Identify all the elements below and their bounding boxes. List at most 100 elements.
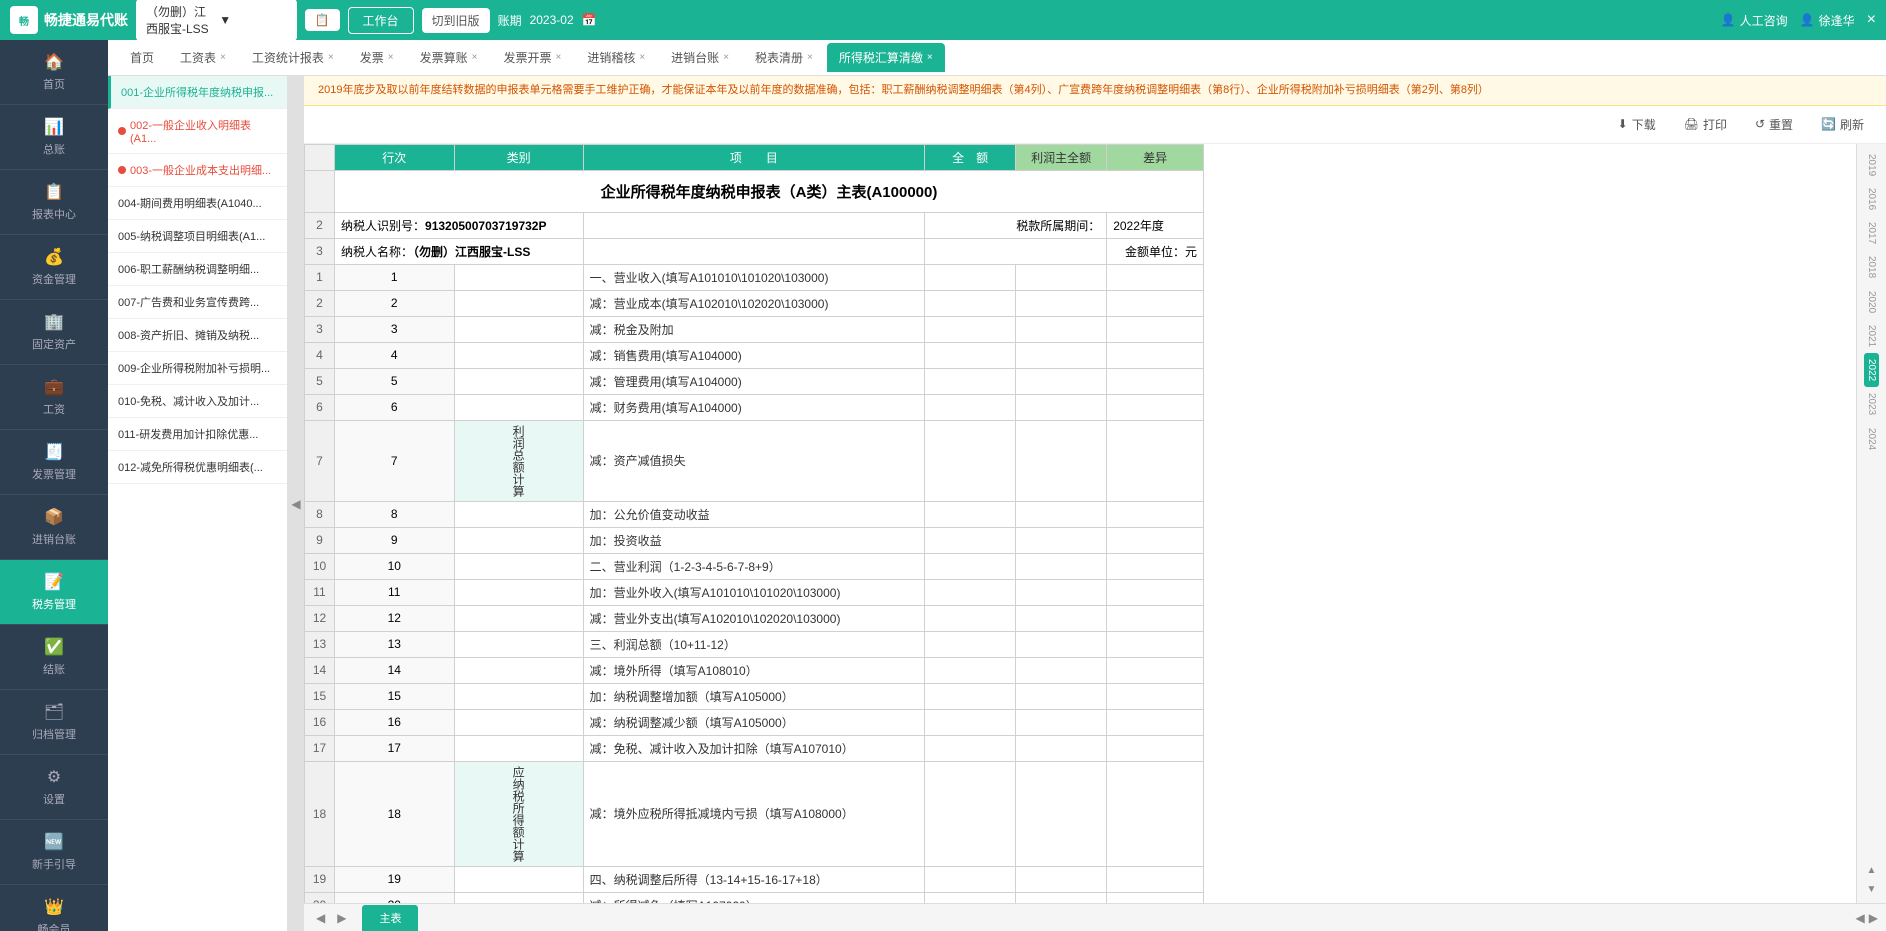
left-panel-item-006[interactable]: 006-职工薪酬纳税调整明细... [108, 253, 287, 286]
diff-cell[interactable] [1107, 605, 1204, 631]
sidebar-item-home[interactable]: 🏠 首页 [0, 40, 108, 105]
profit-cell[interactable] [1016, 368, 1107, 394]
value-cell[interactable] [925, 394, 1016, 420]
download-button[interactable]: ⬇ 下载 [1610, 112, 1664, 137]
company-selector[interactable]: （勿删）江西服宝-LSS ▼ [136, 0, 297, 41]
diff-cell[interactable] [1107, 579, 1204, 605]
sidebar-item-capital[interactable]: 💰 资金管理 [0, 235, 108, 300]
value-cell[interactable] [925, 342, 1016, 368]
value-cell[interactable] [925, 316, 1016, 342]
value-cell[interactable] [925, 501, 1016, 527]
sidebar-item-report[interactable]: 📋 报表中心 [0, 170, 108, 235]
tab-tax-clear[interactable]: 税表清册 × [743, 43, 825, 72]
year-2020[interactable]: 2020 [1864, 285, 1879, 319]
profit-cell[interactable] [1016, 420, 1107, 501]
diff-cell[interactable] [1107, 892, 1204, 903]
left-panel-item-002[interactable]: 002-一般企业收入明细表(A1... [108, 109, 287, 154]
diff-cell[interactable] [1107, 683, 1204, 709]
refresh-button[interactable]: 🔄 刷新 [1813, 112, 1872, 137]
profit-cell[interactable] [1016, 290, 1107, 316]
profit-cell[interactable] [1016, 553, 1107, 579]
sidebar-item-salary[interactable]: 💼 工资 [0, 365, 108, 430]
tab-invoice-close[interactable]: × [388, 52, 394, 63]
sidebar-item-archive[interactable]: 🗂 归档管理 [0, 690, 108, 755]
left-panel-item-007[interactable]: 007-广告费和业务宣传费跨... [108, 286, 287, 319]
collapse-button[interactable]: ◀ [288, 76, 304, 931]
diff-cell[interactable] [1107, 553, 1204, 579]
value-cell[interactable] [925, 527, 1016, 553]
sidebar-item-assets[interactable]: 🏢 固定资产 [0, 300, 108, 365]
sidebar-item-settle[interactable]: ✅ 结账 [0, 625, 108, 690]
left-panel-item-001[interactable]: 001-企业所得税年度纳税申报... [108, 76, 287, 109]
left-panel-item-008[interactable]: 008-资产折旧、摊销及纳税... [108, 319, 287, 352]
value-cell[interactable] [925, 264, 1016, 290]
profit-cell[interactable] [1016, 316, 1107, 342]
year-2022[interactable]: 2022 [1864, 353, 1879, 387]
tab-salary-report[interactable]: 工资统计报表 × [240, 43, 346, 72]
workspace-button[interactable]: 工作台 [348, 7, 414, 34]
sidebar-item-vip[interactable]: 👑 畅会员 [0, 885, 108, 931]
year-2019[interactable]: 2019 [1864, 148, 1879, 182]
profit-cell[interactable] [1016, 579, 1107, 605]
diff-cell[interactable] [1107, 368, 1204, 394]
diff-cell[interactable] [1107, 501, 1204, 527]
tab-invoice-calc[interactable]: 发票算账 × [408, 43, 490, 72]
profit-cell[interactable] [1016, 892, 1107, 903]
tab-invoice-open[interactable]: 发票开票 × [491, 43, 573, 72]
year-2023[interactable]: 2023 [1864, 387, 1879, 421]
value-cell[interactable] [925, 420, 1016, 501]
diff-cell[interactable] [1107, 264, 1204, 290]
diff-cell[interactable] [1107, 527, 1204, 553]
profit-cell[interactable] [1016, 657, 1107, 683]
profit-cell[interactable] [1016, 605, 1107, 631]
tab-purchase-ledger-close[interactable]: × [723, 52, 729, 63]
left-panel-item-012[interactable]: 012-减免所得税优惠明细表(... [108, 451, 287, 484]
tab-home[interactable]: 首页 [118, 43, 166, 72]
profit-cell[interactable] [1016, 631, 1107, 657]
print-button[interactable]: 🖨 打印 [1676, 112, 1735, 137]
close-window-button[interactable]: × [1867, 11, 1876, 29]
tab-income-tax[interactable]: 所得税汇算清缴 × [827, 43, 945, 72]
tab-salary-close[interactable]: × [220, 52, 226, 63]
profit-cell[interactable] [1016, 394, 1107, 420]
left-panel-item-009[interactable]: 009-企业所得税附加补亏损明... [108, 352, 287, 385]
sidebar-item-settings[interactable]: ⚙ 设置 [0, 755, 108, 820]
diff-cell[interactable] [1107, 316, 1204, 342]
diff-cell[interactable] [1107, 631, 1204, 657]
year-2017[interactable]: 2017 [1864, 216, 1879, 250]
tab-salary-report-close[interactable]: × [328, 52, 334, 63]
diff-cell[interactable] [1107, 709, 1204, 735]
table-container[interactable]: 行次 类别 项 目 全 额 利润主全额 差异 企业所得税年度纳税申报表（A类）主… [304, 144, 1856, 904]
sidebar-item-ledger[interactable]: 📊 总账 [0, 105, 108, 170]
copy-button[interactable]: 📋 [305, 9, 340, 31]
value-cell[interactable] [925, 579, 1016, 605]
left-panel-item-010[interactable]: 010-免税、减计收入及加计... [108, 385, 287, 418]
profit-cell[interactable] [1016, 264, 1107, 290]
left-panel-item-003[interactable]: 003-一般企业成本支出明细... [108, 154, 287, 187]
year-2016[interactable]: 2016 [1864, 182, 1879, 216]
profit-cell[interactable] [1016, 527, 1107, 553]
value-cell[interactable] [925, 553, 1016, 579]
scroll-right-icon[interactable]: ▶ [1869, 911, 1878, 925]
tab-invoice[interactable]: 发票 × [348, 43, 406, 72]
profit-cell[interactable] [1016, 709, 1107, 735]
sidebar-item-guide[interactable]: 🆕 新手引导 [0, 820, 108, 885]
diff-cell[interactable] [1107, 866, 1204, 892]
left-panel-item-004[interactable]: 004-期间费用明细表(A1040... [108, 187, 287, 220]
value-cell[interactable] [925, 709, 1016, 735]
sidebar-item-tax[interactable]: 📝 税务管理 [0, 560, 108, 625]
left-panel-item-005[interactable]: 005-纳税调整项目明细表(A1... [108, 220, 287, 253]
year-2018[interactable]: 2018 [1864, 250, 1879, 284]
diff-cell[interactable] [1107, 761, 1204, 866]
value-cell[interactable] [925, 290, 1016, 316]
profit-cell[interactable] [1016, 501, 1107, 527]
sheet-tab-main[interactable]: 主表 [362, 905, 418, 931]
profit-cell[interactable] [1016, 342, 1107, 368]
tab-purchase-check[interactable]: 进销稽核 × [575, 43, 657, 72]
profit-cell[interactable] [1016, 683, 1107, 709]
value-cell[interactable] [925, 735, 1016, 761]
year-nav-down[interactable]: ▼ [1863, 880, 1881, 899]
diff-cell[interactable] [1107, 420, 1204, 501]
tab-invoice-calc-close[interactable]: × [472, 52, 478, 63]
value-cell[interactable] [925, 761, 1016, 866]
